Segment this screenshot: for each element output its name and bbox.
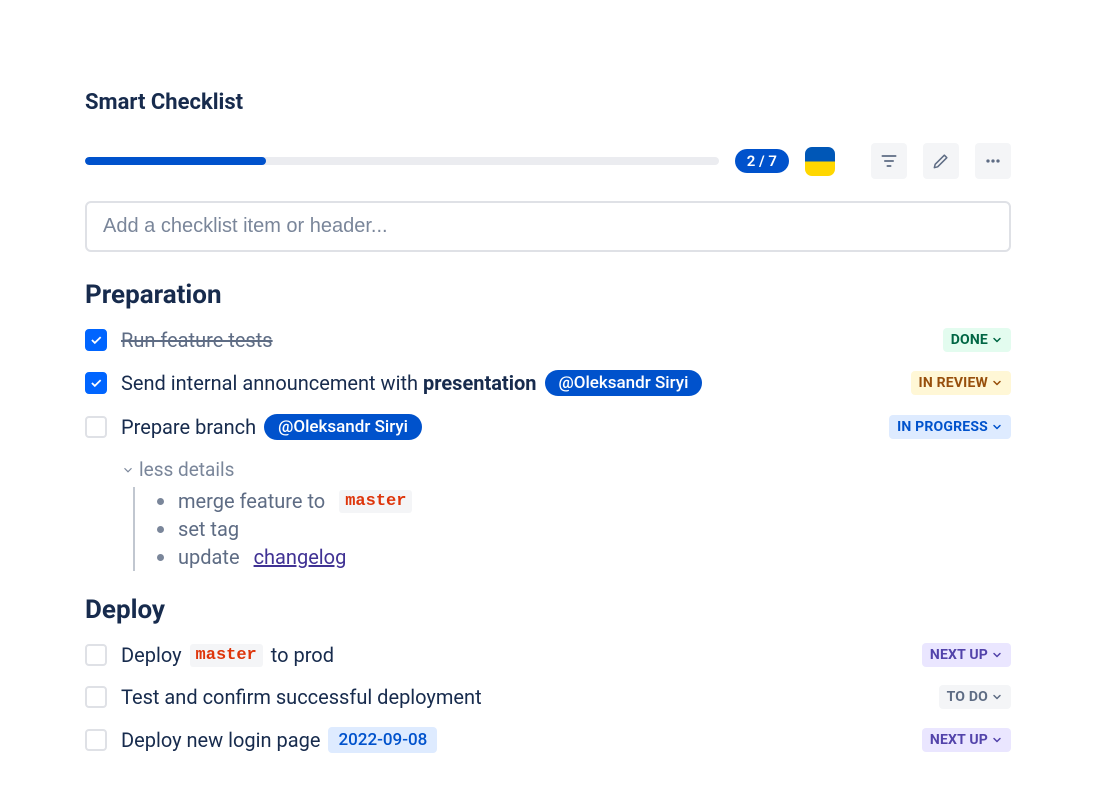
item-label: Deploy new login page2022-09-08 xyxy=(121,727,908,753)
dots-icon xyxy=(983,151,1003,171)
code-pill: master xyxy=(339,490,412,513)
status-badge[interactable]: NEXT UP xyxy=(922,728,1011,752)
progress-fill xyxy=(85,157,266,165)
detail-item: update changelog xyxy=(157,543,1011,571)
item-label: Deploy master to prod xyxy=(121,643,908,667)
filter-icon xyxy=(879,151,899,171)
checkbox[interactable] xyxy=(85,329,107,351)
checklist-item: Test and confirm successful deployment TO… xyxy=(85,685,1011,709)
checklist-item: Run feature tests DONE xyxy=(85,328,1011,352)
checklist-item: Deploy new login page2022-09-08 NEXT UP xyxy=(85,727,1011,753)
item-label: Run feature tests xyxy=(121,328,929,352)
more-button[interactable] xyxy=(975,143,1011,179)
sections-container: Preparation Run feature tests DONE Send int… xyxy=(85,280,1011,753)
checklist-item: Prepare branch@Oleksandr Siryi IN PROGRES… xyxy=(85,414,1011,440)
chevron-down-icon xyxy=(121,463,135,477)
ukraine-flag-icon xyxy=(805,147,835,176)
status-badge[interactable]: TO DO xyxy=(939,685,1011,709)
detail-item: merge feature to master xyxy=(157,487,1011,515)
progress-bar xyxy=(85,157,719,165)
date-pill[interactable]: 2022-09-08 xyxy=(328,727,437,753)
add-item-input[interactable] xyxy=(103,215,993,238)
status-badge[interactable]: NEXT UP xyxy=(922,643,1011,667)
details-block: merge feature to masterset tagupdate cha… xyxy=(133,487,1011,571)
checklist-item: Send internal announcement with presenta… xyxy=(85,370,1011,396)
mention-pill[interactable]: @Oleksandr Siryi xyxy=(545,370,703,396)
checkbox[interactable] xyxy=(85,729,107,751)
code-pill: master xyxy=(190,644,263,667)
section-header: Deploy xyxy=(85,595,1011,625)
progress-row: 2 / 7 xyxy=(85,143,1011,179)
item-label: Prepare branch@Oleksandr Siryi xyxy=(121,414,875,440)
status-badge[interactable]: DONE xyxy=(943,328,1011,352)
detail-item: set tag xyxy=(157,515,1011,543)
pencil-icon xyxy=(931,151,951,171)
status-badge[interactable]: IN REVIEW xyxy=(911,371,1011,395)
item-label: Test and confirm successful deployment xyxy=(121,685,925,709)
status-badge[interactable]: IN PROGRESS xyxy=(889,415,1011,439)
widget-title: Smart Checklist xyxy=(85,90,1011,115)
section-header: Preparation xyxy=(85,280,1011,310)
detail-link[interactable]: changelog xyxy=(254,545,347,569)
edit-button[interactable] xyxy=(923,143,959,179)
filter-button[interactable] xyxy=(871,143,907,179)
checklist-item: Deploy master to prod NEXT UP xyxy=(85,643,1011,667)
add-item-input-wrap xyxy=(85,201,1011,252)
checkbox[interactable] xyxy=(85,686,107,708)
checkbox[interactable] xyxy=(85,644,107,666)
details-toggle[interactable]: less details xyxy=(121,458,1011,481)
mention-pill[interactable]: @Oleksandr Siryi xyxy=(264,414,422,440)
checkbox[interactable] xyxy=(85,372,107,394)
progress-count-badge: 2 / 7 xyxy=(735,149,789,173)
item-label: Send internal announcement with presenta… xyxy=(121,370,897,396)
checkbox[interactable] xyxy=(85,416,107,438)
